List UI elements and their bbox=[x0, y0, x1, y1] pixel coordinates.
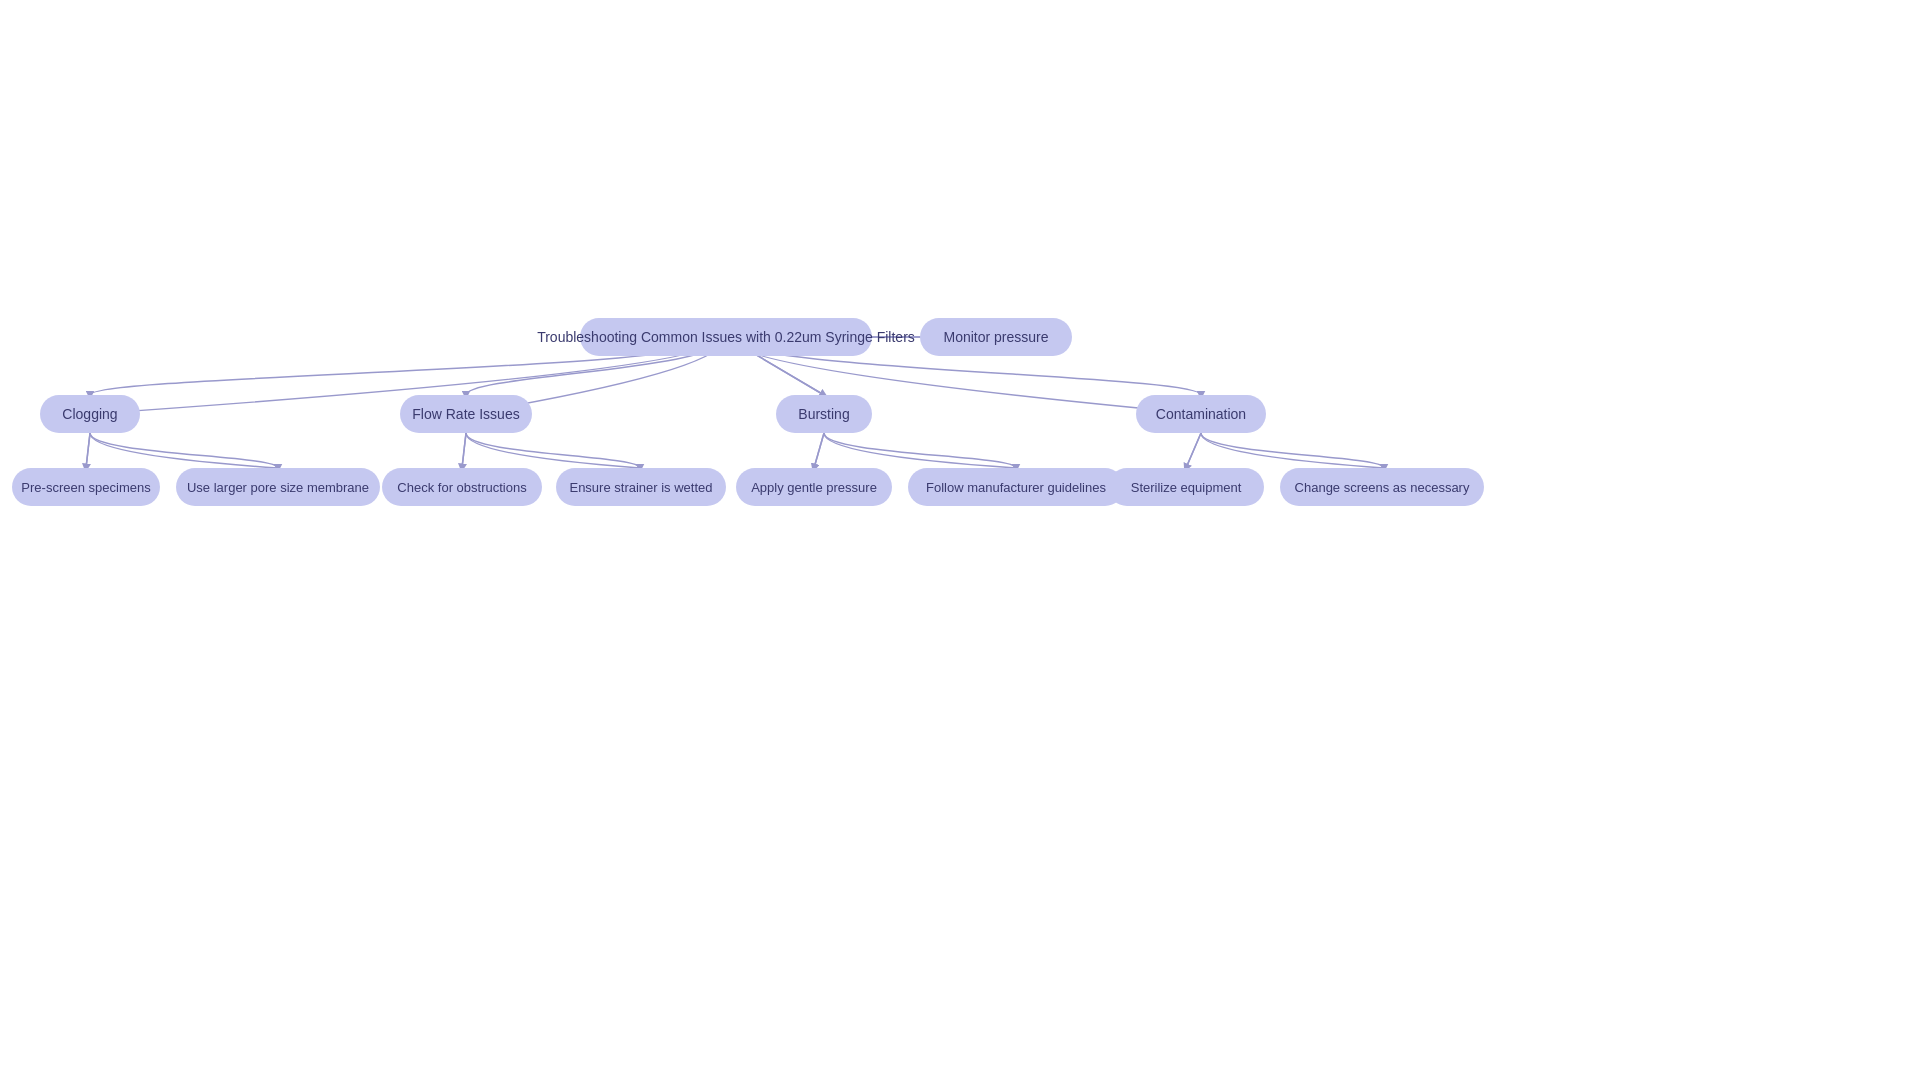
flow-rate-label: Flow Rate Issues bbox=[412, 406, 519, 422]
contamination-node: Contamination bbox=[1136, 395, 1266, 433]
flow-rate-node: Flow Rate Issues bbox=[400, 395, 532, 433]
bursting-label: Bursting bbox=[798, 406, 849, 422]
use-larger-node: Use larger pore size membrane bbox=[176, 468, 380, 506]
contamination-label: Contamination bbox=[1156, 406, 1246, 422]
pre-screen-label: Pre-screen specimens bbox=[21, 480, 150, 495]
apply-pressure-label: Apply gentle pressure bbox=[751, 480, 877, 495]
root-node: Troubleshooting Common Issues with 0.22u… bbox=[580, 318, 872, 356]
follow-manufacturer-node: Follow manufacturer guidelines bbox=[908, 468, 1124, 506]
clogging-label: Clogging bbox=[62, 406, 117, 422]
use-larger-label: Use larger pore size membrane bbox=[187, 480, 369, 495]
check-obstructions-label: Check for obstructions bbox=[397, 480, 526, 495]
root-label: Troubleshooting Common Issues with 0.22u… bbox=[537, 329, 915, 345]
change-screens-node: Change screens as necessary bbox=[1280, 468, 1484, 506]
pre-screen-node: Pre-screen specimens bbox=[12, 468, 160, 506]
apply-pressure-node: Apply gentle pressure bbox=[736, 468, 892, 506]
clogging-node: Clogging bbox=[40, 395, 140, 433]
monitor-pressure-label: Monitor pressure bbox=[943, 329, 1048, 345]
bursting-node: Bursting bbox=[776, 395, 872, 433]
change-screens-label: Change screens as necessary bbox=[1295, 480, 1470, 495]
monitor-pressure-node: Monitor pressure bbox=[920, 318, 1072, 356]
ensure-strainer-node: Ensure strainer is wetted bbox=[556, 468, 726, 506]
sterilize-label: Sterilize equipment bbox=[1131, 480, 1242, 495]
check-obstructions-node: Check for obstructions bbox=[382, 468, 542, 506]
sterilize-node: Sterilize equipment bbox=[1108, 468, 1264, 506]
ensure-strainer-label: Ensure strainer is wetted bbox=[569, 480, 712, 495]
follow-manufacturer-label: Follow manufacturer guidelines bbox=[926, 480, 1106, 495]
